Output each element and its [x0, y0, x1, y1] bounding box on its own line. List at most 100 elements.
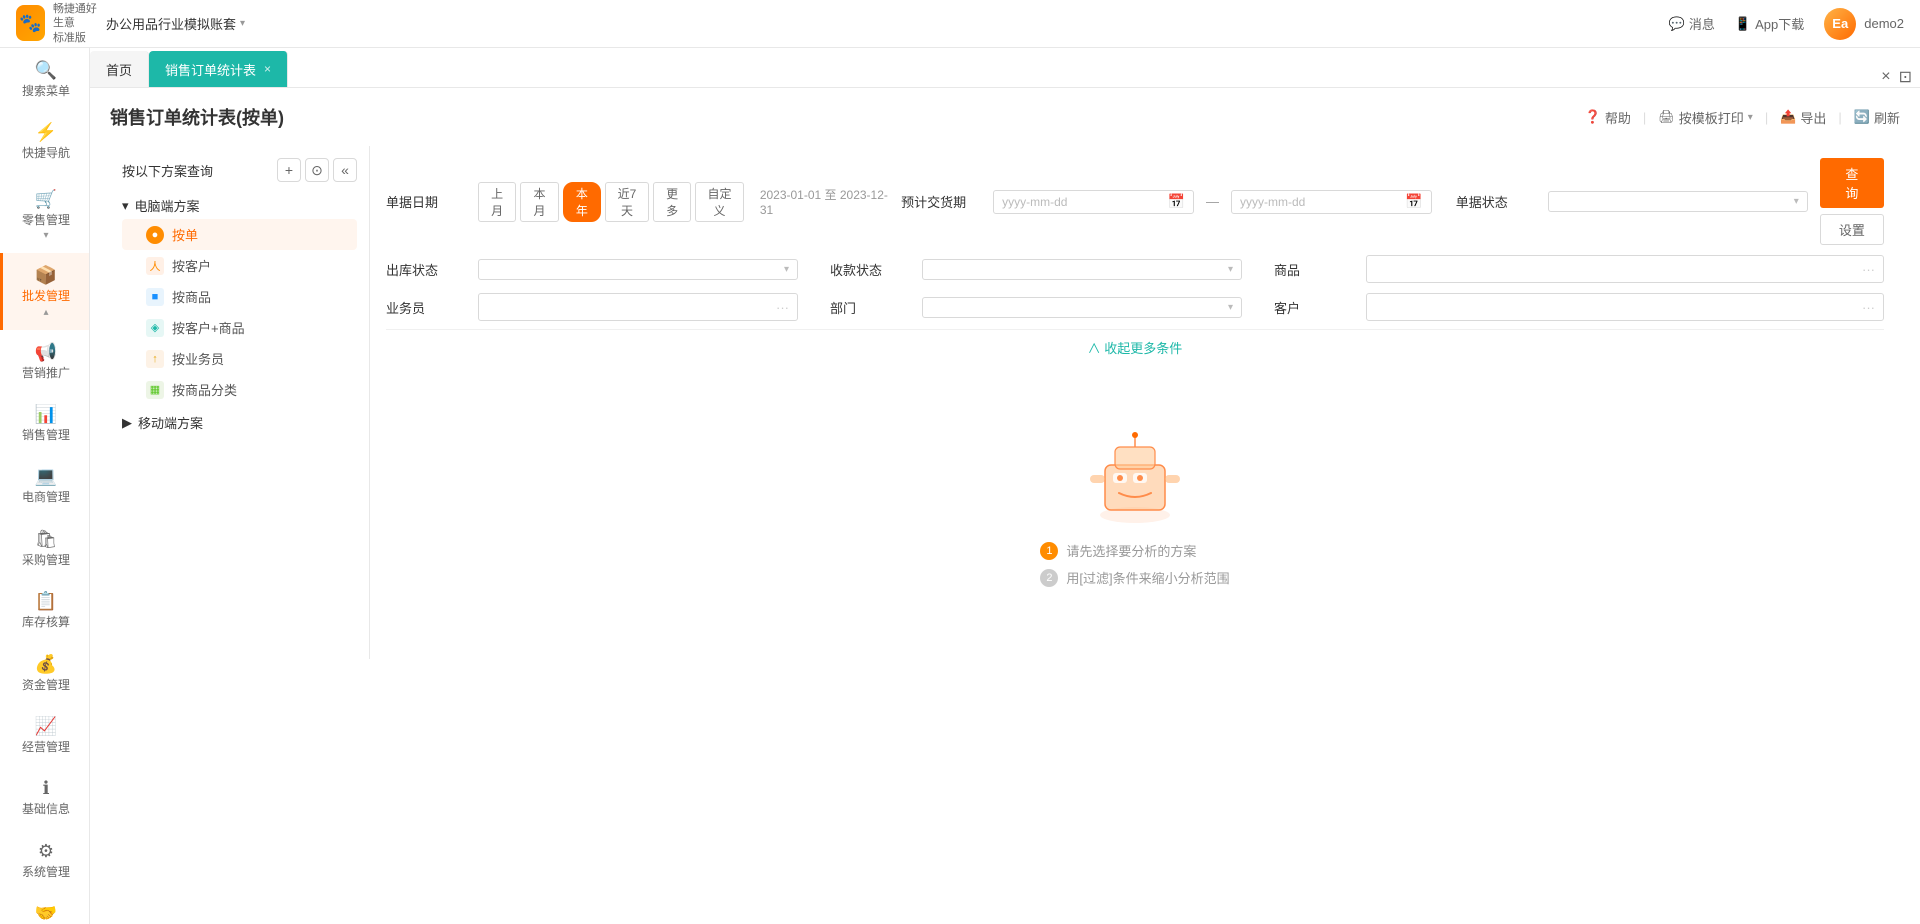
page-content: 销售订单统计表(按单) ❓ 帮助 | 🖨 按模板打印 ▾ | — [90, 88, 1920, 924]
date-btn-this-year[interactable]: 本年 — [563, 182, 601, 222]
date-range-dash: — — [1206, 194, 1219, 209]
username: demo2 — [1864, 16, 1904, 31]
expand-icon-2: ▴ — [43, 307, 48, 318]
expand-icon: ▾ — [43, 230, 48, 241]
finance-icon: 💰 — [35, 654, 57, 675]
tree-child-order[interactable]: ● 按单 — [122, 219, 357, 250]
tree-child-customer[interactable]: 人 按客户 — [122, 250, 357, 281]
staff-ellipsis[interactable]: ··· — [776, 300, 789, 315]
main-layout: 🔍 搜索菜单 ⚡ 快捷导航 🛒 零售管理 ▾ 📦 批发管理 ▴ 📢 营销推广 📊… — [0, 48, 1920, 924]
export-button[interactable]: 📤 导出 — [1780, 108, 1826, 127]
sidebar-item-retail[interactable]: 🛒 零售管理 ▾ — [0, 177, 89, 253]
panel-toolbar: 按以下方案查询 + ⊙ « — [122, 158, 357, 182]
refresh-icon: 🔄 — [1854, 109, 1870, 125]
dept-select[interactable]: ▾ — [922, 297, 1242, 318]
date-btn-7days[interactable]: 近7天 — [605, 182, 649, 222]
sidebar-item-system[interactable]: ⚙ 系统管理 — [0, 829, 89, 891]
expected-date-end-field[interactable] — [1232, 191, 1397, 213]
inventory-icon: 📋 — [35, 591, 57, 612]
date-btn-this-month[interactable]: 本月 — [520, 182, 558, 222]
avatar: Ea — [1824, 8, 1856, 40]
add-scheme-button[interactable]: + — [277, 158, 301, 182]
print-button[interactable]: 🖨 按模板打印 ▾ — [1658, 108, 1753, 127]
goods-ellipsis[interactable]: ··· — [1862, 262, 1875, 277]
header-center: 办公用品行业模拟账套 ▾ — [106, 14, 1669, 33]
sidebar-item-inventory[interactable]: 📋 库存核算 — [0, 579, 89, 641]
sidebar-item-quick-nav[interactable]: ⚡ 快捷导航 — [0, 110, 89, 172]
download-button[interactable]: 📱 App下载 — [1735, 14, 1804, 33]
payment-select[interactable]: ▾ — [922, 259, 1242, 280]
ecommerce-icon: 💻 — [35, 466, 57, 487]
system-icon: ⚙ — [38, 841, 54, 862]
left-panel: 按以下方案查询 + ⊙ « ▾ 电脑端方案 — [110, 146, 370, 659]
collab-icon: 🤝 — [35, 903, 57, 924]
expected-date-start-input[interactable]: 📅 — [993, 190, 1194, 214]
refresh-button[interactable]: 🔄 刷新 — [1854, 108, 1900, 127]
workspace-selector[interactable]: 办公用品行业模拟账套 ▾ — [106, 14, 245, 33]
tree-mobile-section: ▶ 移动端方案 — [122, 409, 357, 436]
sidebar-item-search[interactable]: 🔍 搜索菜单 — [0, 48, 89, 110]
status-select[interactable]: ▾ — [1548, 191, 1808, 212]
dept-chevron-icon: ▾ — [1228, 302, 1233, 313]
settings-scheme-button[interactable]: ⊙ — [305, 158, 329, 182]
tree-desktop-parent[interactable]: ▾ 电脑端方案 — [122, 192, 357, 219]
date-btn-last-month[interactable]: 上月 — [478, 182, 516, 222]
collapse-bar[interactable]: ∧ 收起更多条件 — [386, 329, 1884, 365]
settings-button[interactable]: 设置 — [1820, 214, 1884, 245]
staff-input[interactable]: ··· — [478, 293, 798, 321]
page-title: 销售订单统计表(按单) — [110, 104, 284, 130]
sidebar-item-wholesale[interactable]: 📦 批发管理 ▴ — [0, 253, 89, 329]
purchase-icon: 🛍 — [35, 529, 58, 550]
user-area[interactable]: Ea demo2 — [1824, 8, 1904, 40]
page-actions: ❓ 帮助 | 🖨 按模板打印 ▾ | 📤 导出 — [1585, 108, 1900, 127]
sidebar-item-ecommerce[interactable]: 💻 电商管理 — [0, 454, 89, 516]
tab-restore-icon[interactable]: ⊡ — [1899, 67, 1912, 87]
status-select-chevron-icon: ▾ — [1794, 196, 1799, 207]
sidebar-item-management[interactable]: 📈 经营管理 — [0, 704, 89, 766]
tab-close-button[interactable]: × — [264, 62, 271, 76]
expected-date-start-field[interactable] — [994, 191, 1159, 213]
product-scheme-icon: ■ — [146, 288, 164, 306]
sidebar-item-finance[interactable]: 💰 资金管理 — [0, 642, 89, 704]
tab-close-all-icon[interactable]: × — [1881, 68, 1890, 86]
panel-title: 按以下方案查询 — [122, 161, 213, 180]
sidebar-item-sales[interactable]: 📊 销售管理 — [0, 392, 89, 454]
expected-date-end-input[interactable]: 📅 — [1231, 190, 1432, 214]
logo-text: 畅捷通好生意 标准版 — [53, 2, 106, 45]
sidebar-item-basic[interactable]: ℹ 基础信息 — [0, 766, 89, 828]
order-icon: ● — [146, 226, 164, 244]
tree-child-product[interactable]: ■ 按商品 — [122, 281, 357, 312]
calendar-start-icon: 📅 — [1160, 193, 1193, 210]
message-button[interactable]: 💬 消息 — [1669, 14, 1715, 33]
tree-child-staff[interactable]: ↑ 按业务员 — [122, 343, 357, 374]
search-icon: 🔍 — [35, 60, 57, 81]
customer-ellipsis[interactable]: ··· — [1862, 300, 1875, 315]
tab-home[interactable]: 首页 — [90, 51, 149, 87]
print-icon: 🖨 — [1658, 109, 1675, 125]
date-btn-custom[interactable]: 自定义 — [695, 182, 744, 222]
tree-mobile-parent[interactable]: ▶ 移动端方案 — [122, 409, 357, 436]
delivery-select[interactable]: ▾ — [478, 259, 798, 280]
tree-child-category[interactable]: ▦ 按商品分类 — [122, 374, 357, 405]
empty-tip-1: 1 请先选择要分析的方案 — [1040, 541, 1229, 560]
help-button[interactable]: ❓ 帮助 — [1585, 108, 1631, 127]
top-header: 🐾 畅捷通好生意 标准版 办公用品行业模拟账套 ▾ 💬 消息 📱 App下载 E… — [0, 0, 1920, 48]
customer-input[interactable]: ··· — [1366, 293, 1884, 321]
management-icon: 📈 — [35, 716, 57, 737]
tree-child-cust-prod[interactable]: ◈ 按客户+商品 — [122, 312, 357, 343]
page-inner: 销售订单统计表(按单) ❓ 帮助 | 🖨 按模板打印 ▾ | — [90, 88, 1920, 924]
collapse-panel-button[interactable]: « — [333, 158, 357, 182]
sidebar-item-marketing[interactable]: 📢 营销推广 — [0, 330, 89, 392]
tip-num-2: 2 — [1040, 569, 1058, 587]
sidebar-item-collab[interactable]: 🤝 企业协同 — [0, 891, 89, 924]
tree-chevron-icon: ▾ — [122, 198, 129, 214]
category-scheme-icon: ▦ — [146, 381, 164, 399]
goods-input[interactable]: ··· — [1366, 255, 1884, 283]
tab-sales-order-stats[interactable]: 销售订单统计表 × — [149, 51, 288, 87]
print-chevron-icon: ▾ — [1748, 112, 1753, 123]
sales-icon: 📊 — [35, 404, 57, 425]
sidebar-item-purchase[interactable]: 🛍 采购管理 — [0, 517, 89, 579]
date-btn-more[interactable]: 更多 — [653, 182, 691, 222]
query-button[interactable]: 查询 — [1820, 158, 1884, 208]
wholesale-icon: 📦 — [35, 265, 57, 286]
